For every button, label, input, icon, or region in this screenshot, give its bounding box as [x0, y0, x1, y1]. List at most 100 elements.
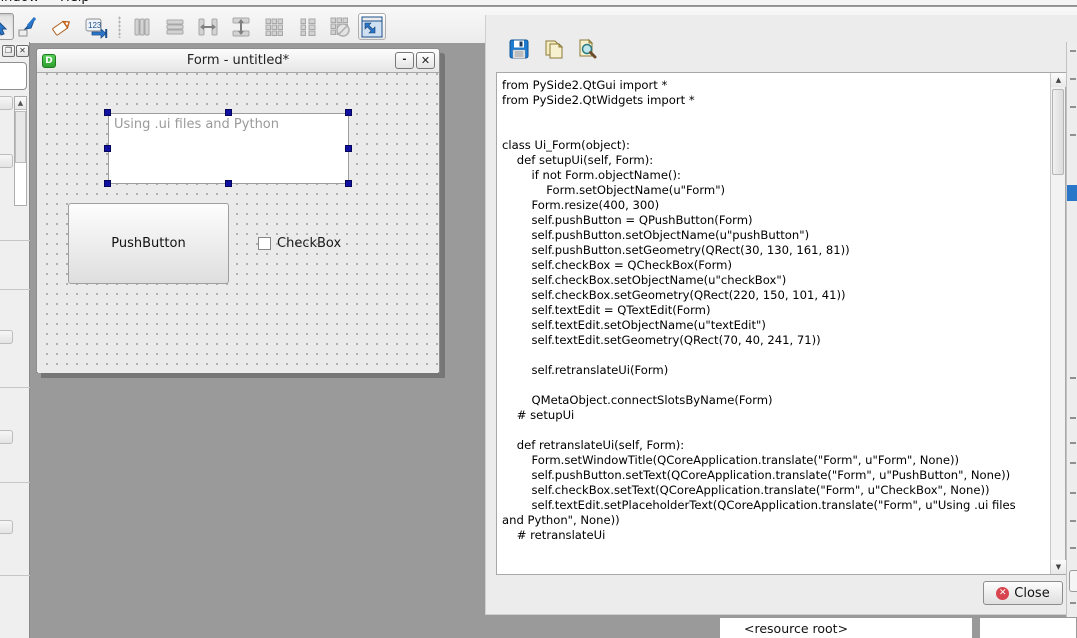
- resource-detail-pane[interactable]: [979, 617, 1077, 638]
- edit-widgets-icon[interactable]: [0, 13, 14, 40]
- layout-grid-icon[interactable]: [260, 13, 288, 40]
- tree-branch-fragment: [1070, 602, 1076, 604]
- tree-branch-fragment: [1070, 134, 1076, 136]
- edit-signals-slots-icon[interactable]: [14, 13, 42, 40]
- selection-handle-sw[interactable]: [104, 180, 111, 187]
- edit-tab-order-icon[interactable]: 123: [82, 13, 110, 40]
- form-title: Form - untitled*: [37, 53, 439, 68]
- code-line: self.textEdit.setGeometry(QRect(70, 40, …: [502, 333, 1050, 348]
- resource-root-item[interactable]: <resource root>: [744, 621, 848, 636]
- view-code-dialog: from PySide2.QtGui import *from PySide2.…: [485, 15, 1077, 615]
- tree-branch-fragment: [1070, 442, 1076, 444]
- tree-branch-fragment: [1070, 462, 1076, 464]
- layout-form-icon[interactable]: [294, 13, 322, 40]
- menu-window[interactable]: Window: [0, 0, 39, 5]
- code-line: Form.setWindowTitle(QCoreApplication.tra…: [502, 453, 1050, 468]
- layout-vertically-icon[interactable]: [161, 13, 189, 40]
- tree-branch-fragment: [1070, 50, 1076, 52]
- widget-category-bar[interactable]: [0, 154, 13, 168]
- scroll-up-icon[interactable]: ▲: [15, 97, 26, 110]
- button-fragment[interactable]: [1069, 570, 1077, 592]
- code-line: [502, 108, 1050, 123]
- adjust-size-icon[interactable]: [358, 13, 386, 40]
- dock-float-icon[interactable]: ❐: [2, 45, 15, 57]
- minimize-button[interactable]: -: [395, 52, 414, 69]
- form-canvas[interactable]: Using .ui files and Python PushButton Ch…: [38, 73, 438, 373]
- code-line: QMetaObject.connectSlotsByName(Form): [502, 393, 1050, 408]
- layout-horizontally-icon[interactable]: [128, 13, 156, 40]
- code-line: self.pushButton = QPushButton(Form): [502, 213, 1050, 228]
- textedit-placeholder: Using .ui files and Python: [114, 117, 279, 132]
- form-titlebar[interactable]: D Form - untitled* - ✕: [37, 49, 439, 73]
- tree-branch-fragment: [1070, 106, 1076, 108]
- pushbutton-widget[interactable]: PushButton: [68, 203, 229, 284]
- close-button-label: Close: [1014, 586, 1049, 601]
- code-line: # retranslateUi: [502, 528, 1050, 543]
- find-icon[interactable]: [572, 35, 602, 63]
- selection-handle-e[interactable]: [345, 145, 352, 152]
- checkbox-widget[interactable]: CheckBox: [258, 223, 359, 264]
- layout-horizontal-splitter-icon[interactable]: [194, 13, 222, 40]
- close-button[interactable]: ✕ Close: [983, 581, 1063, 605]
- tree-branch-fragment: [1070, 377, 1076, 379]
- checkbox-indicator[interactable]: [258, 237, 271, 250]
- textedit-widget[interactable]: Using .ui files and Python: [108, 113, 349, 184]
- widget-box-panel: ❐ ✕ ▲: [0, 42, 30, 638]
- widget-category-bar[interactable]: [0, 96, 13, 110]
- code-line: def retranslateUi(self, Form):: [502, 438, 1050, 453]
- code-line: and Python", None)): [502, 513, 1050, 528]
- selection-handle-n[interactable]: [225, 109, 232, 116]
- code-line: [502, 423, 1050, 438]
- code-line: Form.setObjectName(u"Form"): [502, 183, 1050, 198]
- code-line: if not Form.objectName():: [502, 168, 1050, 183]
- layout-vertical-splitter-icon[interactable]: [227, 13, 255, 40]
- widget-category-bar[interactable]: [0, 520, 13, 534]
- save-icon[interactable]: [504, 35, 534, 63]
- code-line: self.retranslateUi(Form): [502, 363, 1050, 378]
- selection-handle-se[interactable]: [345, 180, 352, 187]
- widget-box-scrollbar[interactable]: ▲: [14, 96, 27, 206]
- divider: [0, 482, 30, 483]
- copy-icon[interactable]: [538, 35, 568, 63]
- divider: [0, 240, 30, 241]
- close-circle-icon: ✕: [996, 587, 1009, 600]
- break-layout-icon[interactable]: [326, 13, 354, 40]
- selection-handle-nw[interactable]: [104, 109, 111, 116]
- tree-branch-fragment: [1070, 78, 1076, 80]
- scrollbar-thumb[interactable]: [1052, 89, 1064, 175]
- selection-handle-ne[interactable]: [345, 109, 352, 116]
- tree-branch-fragment: [1070, 520, 1076, 522]
- selected-row-fragment[interactable]: [1067, 185, 1077, 201]
- code-line: # setupUi: [502, 408, 1050, 423]
- code-line: self.textEdit.setPlaceholderText(QCoreAp…: [502, 498, 1050, 513]
- widget-filter-input[interactable]: [0, 62, 27, 90]
- code-line: self.pushButton.setGeometry(QRect(30, 13…: [502, 243, 1050, 258]
- tree-branch-fragment: [1070, 547, 1076, 549]
- edit-buddies-icon[interactable]: [48, 13, 76, 40]
- code-line: from PySide2.QtWidgets import *: [502, 93, 1050, 108]
- code-line: Form.resize(400, 300): [502, 198, 1050, 213]
- close-button[interactable]: ✕: [416, 52, 435, 69]
- code-text[interactable]: from PySide2.QtGui import *from PySide2.…: [497, 73, 1050, 574]
- divider: [0, 289, 30, 290]
- code-vertical-scrollbar[interactable]: ▲ ▼: [1050, 73, 1065, 574]
- code-line: self.checkBox.setGeometry(QRect(220, 150…: [502, 288, 1050, 303]
- form-editor-window: D Form - untitled* - ✕ Using .ui files a…: [36, 48, 440, 373]
- tree-branch-fragment: [1070, 492, 1076, 494]
- scroll-down-icon[interactable]: ▼: [1051, 560, 1066, 574]
- dock-close-icon[interactable]: ✕: [16, 45, 29, 57]
- selection-handle-s[interactable]: [225, 180, 232, 187]
- scroll-up-icon[interactable]: ▲: [1051, 73, 1066, 87]
- code-line: from PySide2.QtGui import *: [502, 78, 1050, 93]
- code-view[interactable]: from PySide2.QtGui import *from PySide2.…: [496, 72, 1066, 575]
- code-line: self.checkBox.setText(QCoreApplication.t…: [502, 483, 1050, 498]
- code-line: self.textEdit.setObjectName(u"textEdit"): [502, 318, 1050, 333]
- resource-tree[interactable]: <resource root>: [719, 617, 973, 638]
- menu-help[interactable]: Help: [60, 0, 90, 5]
- selection-handle-w[interactable]: [104, 145, 111, 152]
- widget-category-bar[interactable]: [0, 330, 13, 344]
- code-line: [502, 123, 1050, 138]
- svg-text:123: 123: [88, 21, 102, 30]
- scrollbar-thumb[interactable]: [15, 111, 26, 163]
- widget-category-bar[interactable]: [0, 430, 13, 444]
